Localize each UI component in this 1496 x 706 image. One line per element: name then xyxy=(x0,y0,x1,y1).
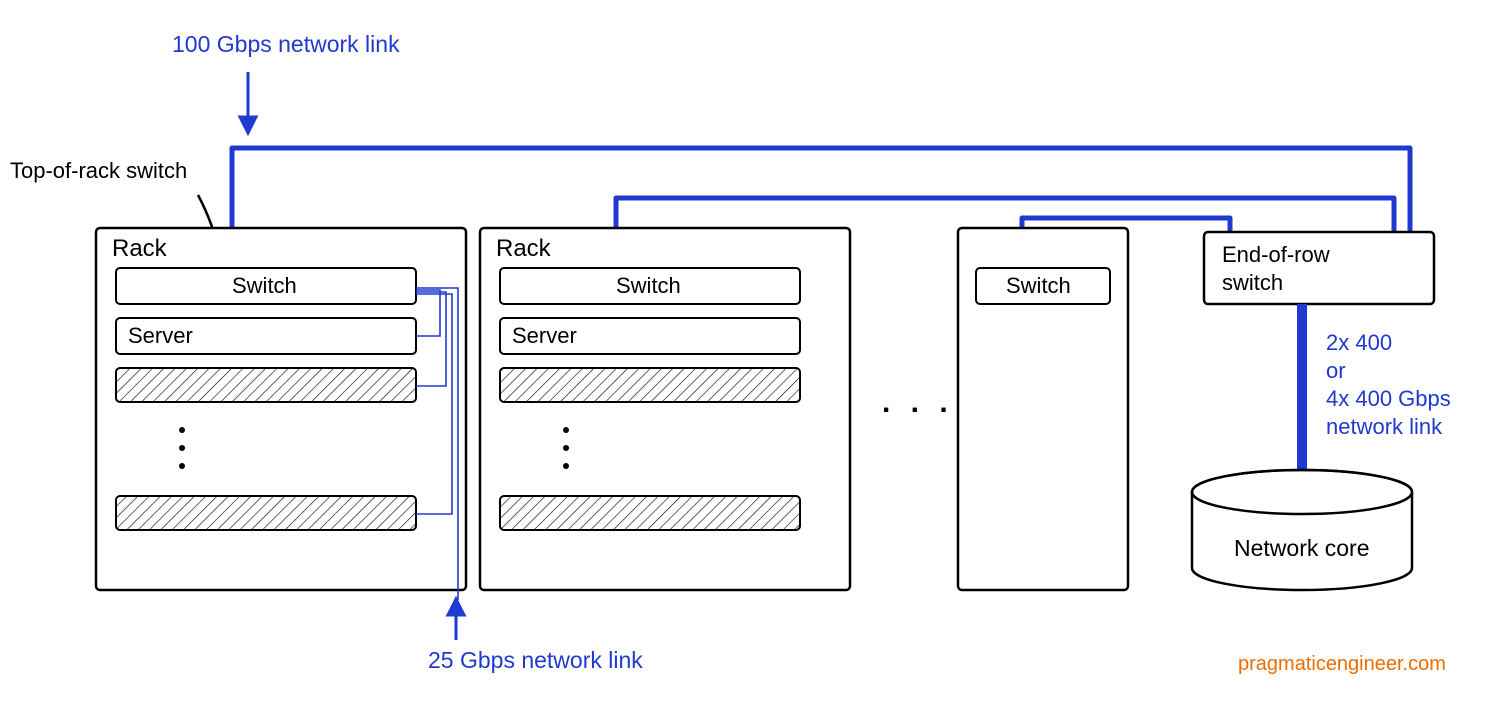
network-core-label: Network core xyxy=(1234,535,1369,561)
rack-3: Switch xyxy=(958,228,1128,590)
rack1-title: Rack xyxy=(112,235,168,262)
rack2-server-label: Server xyxy=(512,323,577,348)
eor-switch-line1: End-of-row xyxy=(1222,242,1330,267)
eor-switch-line2: switch xyxy=(1222,270,1283,295)
rack1-switch-label: Switch xyxy=(232,273,297,298)
core-link-line2: or xyxy=(1326,358,1346,383)
rack2-switch-label: Switch xyxy=(616,273,681,298)
network-core: Network core xyxy=(1192,470,1412,590)
rack2-title: Rack xyxy=(496,235,552,262)
core-link-line3: 4x 400 Gbps xyxy=(1326,386,1451,411)
rack1-server-label: Server xyxy=(128,323,193,348)
label-25gbps: 25 Gbps network link xyxy=(428,647,643,673)
label-tor-switch: Top-of-rack switch xyxy=(10,158,187,183)
rack2-server-ph2 xyxy=(500,496,800,530)
rack1-server-ph1 xyxy=(116,368,416,402)
rack-1: Rack Switch Server xyxy=(96,228,466,590)
network-diagram: 100 Gbps network link Top-of-rack switch… xyxy=(0,0,1496,706)
rack1-server-ph2 xyxy=(116,496,416,530)
label-100gbps: 100 Gbps network link xyxy=(172,31,400,57)
attribution: pragmaticengineer.com xyxy=(1238,653,1446,675)
eor-switch: End-of-row switch xyxy=(1204,232,1434,304)
rack2-server-ph1 xyxy=(500,368,800,402)
core-link-line4: network link xyxy=(1326,414,1443,439)
rack3-switch-label: Switch xyxy=(1006,273,1071,298)
rack-2: Rack Switch Server xyxy=(480,228,850,590)
core-link-line1: 2x 400 xyxy=(1326,330,1392,355)
rack-ellipsis: . . . xyxy=(882,386,954,419)
